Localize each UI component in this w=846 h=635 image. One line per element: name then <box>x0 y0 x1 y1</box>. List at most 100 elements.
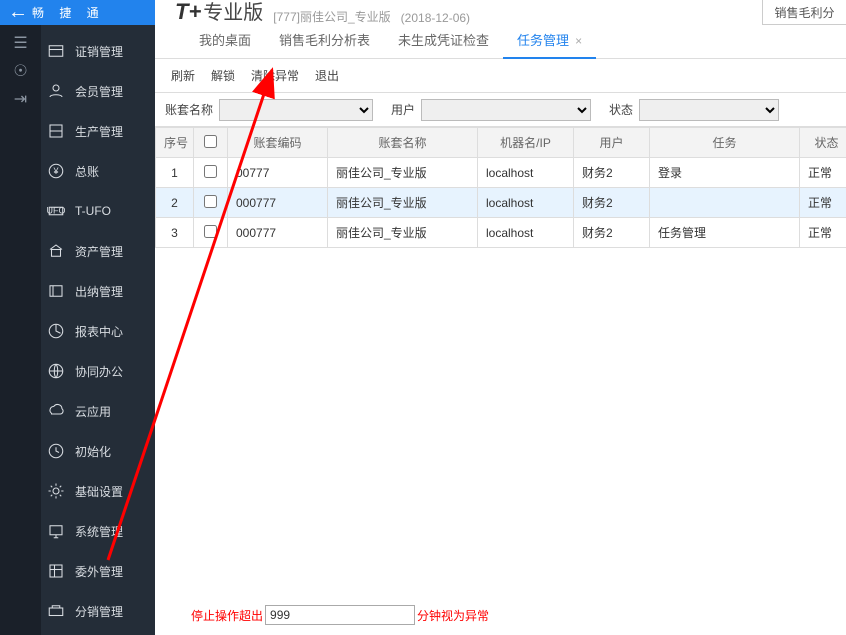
tab[interactable]: 任务管理× <box>503 25 596 59</box>
sidebar-item[interactable]: 资产管理 <box>41 231 155 271</box>
filter-label-state: 状态 <box>609 101 633 118</box>
sidebar-label: 资产管理 <box>75 243 123 260</box>
sidebar-label: 证销管理 <box>75 43 123 60</box>
sidebar-item[interactable]: 基础设置 <box>41 471 155 511</box>
sidebar-icon <box>47 602 65 620</box>
sidebar-label: 出纳管理 <box>75 283 123 300</box>
cell-code: 000777 <box>228 218 328 248</box>
sidebar-icon <box>47 282 65 300</box>
svg-text:UFO: UFO <box>47 205 65 215</box>
toolbar: 刷新解锁清除异常退出 <box>155 59 846 93</box>
sidebar-item[interactable]: 出纳管理 <box>41 271 155 311</box>
sidebar-label: 委外管理 <box>75 563 123 580</box>
sidebar-icon <box>47 122 65 140</box>
select-all-checkbox[interactable] <box>204 135 217 148</box>
sidebar-icon <box>47 82 65 100</box>
cell-host: localhost <box>478 158 574 188</box>
sidebar-icon <box>47 482 65 500</box>
sidebar-item[interactable]: UFO T-UFO <box>41 191 155 231</box>
sidebar-item[interactable]: 初始化 <box>41 431 155 471</box>
brand-bar: ← 畅 捷 通 <box>0 0 155 25</box>
table-row[interactable]: 3000777丽佳公司_专业版localhost财务2任务管理正常 <box>156 218 846 248</box>
menu-icon[interactable]: ☰ <box>13 33 27 53</box>
task-table: 序号账套编码账套名称机器名/IP用户任务状态 100777丽佳公司_专业版loc… <box>155 127 846 248</box>
brand-text: 畅 捷 通 <box>32 4 105 21</box>
sidebar-label: 云应用 <box>75 403 111 420</box>
toolbar-button[interactable]: 解锁 <box>211 67 235 84</box>
sidebar-icon <box>47 562 65 580</box>
row-checkbox[interactable] <box>204 165 217 178</box>
filter-label-name: 账套名称 <box>165 101 213 118</box>
sidebar-item[interactable]: 系统管理 <box>41 511 155 551</box>
cell-name: 丽佳公司_专业版 <box>328 188 478 218</box>
sidebar-item[interactable]: 云应用 <box>41 391 155 431</box>
sidebar-icon <box>47 442 65 460</box>
table-container: 序号账套编码账套名称机器名/IP用户任务状态 100777丽佳公司_专业版loc… <box>155 127 846 595</box>
sidebar-icon <box>47 362 65 380</box>
sidebar-icon <box>47 242 65 260</box>
sidebar-label: 基础设置 <box>75 483 123 500</box>
cell-status: 正常 <box>800 218 846 248</box>
sidebar-item[interactable]: 分销管理 <box>41 591 155 631</box>
sidebar-label: 系统管理 <box>75 523 123 540</box>
sidebar-label: 生产管理 <box>75 123 123 140</box>
toolbar-button[interactable]: 清除异常 <box>251 67 299 84</box>
sidebar-icon: ¥ <box>47 162 65 180</box>
title-area: T+ 专业版 [777]丽佳公司_专业版 (2018-12-06) <box>155 0 762 25</box>
cell-code: 000777 <box>228 188 328 218</box>
sidebar-item[interactable]: 生产管理 <box>41 111 155 151</box>
timeout-input[interactable] <box>265 605 415 625</box>
sidebar: ☰ ☉ ⇥ 证销管理会员管理生产管理 ¥总账 UFO T-UFO 资产管理出纳管理报表中… <box>0 25 155 635</box>
company-label: [777]丽佳公司_专业版 <box>273 8 390 25</box>
column-header: 账套编码 <box>228 128 328 158</box>
table-row[interactable]: 100777丽佳公司_专业版localhost财务2登录正常 <box>156 158 846 188</box>
cell-task: 任务管理 <box>650 218 800 248</box>
cell-host: localhost <box>478 188 574 218</box>
sidebar-item[interactable]: 委外管理 <box>41 551 155 591</box>
sidebar-item[interactable]: 证销管理 <box>41 31 155 71</box>
sidebar-label: T-UFO <box>75 204 111 218</box>
search-icon[interactable]: ☉ <box>13 61 27 81</box>
sidebar-item[interactable]: 会员管理 <box>41 71 155 111</box>
sidebar-icon <box>47 402 65 420</box>
column-header: 状态 <box>800 128 846 158</box>
row-checkbox[interactable] <box>204 195 217 208</box>
cell-index: 1 <box>156 158 194 188</box>
footer-text-a: 停止操作超出 <box>191 607 263 624</box>
filter-user-select[interactable] <box>421 99 591 121</box>
sidebar-item[interactable]: 协同办公 <box>41 351 155 391</box>
sidebar-label: 会员管理 <box>75 83 123 100</box>
top-action-button[interactable]: 销售毛利分 <box>762 0 846 25</box>
cell-user: 财务2 <box>574 158 650 188</box>
export-icon[interactable]: ⇥ <box>14 89 27 109</box>
cell-host: localhost <box>478 218 574 248</box>
toolbar-button[interactable]: 退出 <box>315 67 339 84</box>
footer-text-b: 分钟视为异常 <box>417 607 489 624</box>
cell-name: 丽佳公司_专业版 <box>328 158 478 188</box>
sidebar-label: 分销管理 <box>75 603 123 620</box>
cell-name: 丽佳公司_专业版 <box>328 218 478 248</box>
sidebar-icon: UFO <box>47 202 65 220</box>
tab[interactable]: 销售毛利分析表 <box>265 25 384 59</box>
row-checkbox[interactable] <box>204 225 217 238</box>
tab[interactable]: 我的桌面 <box>185 25 265 59</box>
filter-state-select[interactable] <box>639 99 779 121</box>
close-icon[interactable]: × <box>575 34 582 48</box>
cell-index: 3 <box>156 218 194 248</box>
column-header: 序号 <box>156 128 194 158</box>
column-header: 账套名称 <box>328 128 478 158</box>
toolbar-button[interactable]: 刷新 <box>171 67 195 84</box>
filter-label-user: 用户 <box>391 101 415 118</box>
column-header: 任务 <box>650 128 800 158</box>
tab[interactable]: 未生成凭证检查 <box>384 25 503 59</box>
svg-text:¥: ¥ <box>52 166 59 176</box>
product-edition: 专业版 <box>203 0 263 25</box>
filter-bar: 账套名称 用户 状态 <box>155 93 846 127</box>
sidebar-item[interactable]: ¥总账 <box>41 151 155 191</box>
column-header <box>194 128 228 158</box>
filter-name-select[interactable] <box>219 99 373 121</box>
table-row[interactable]: 2000777丽佳公司_专业版localhost财务2正常 <box>156 188 846 218</box>
back-arrow-icon[interactable]: ← <box>8 1 28 24</box>
sidebar-item[interactable]: 报表中心 <box>41 311 155 351</box>
sidebar-icon <box>47 522 65 540</box>
